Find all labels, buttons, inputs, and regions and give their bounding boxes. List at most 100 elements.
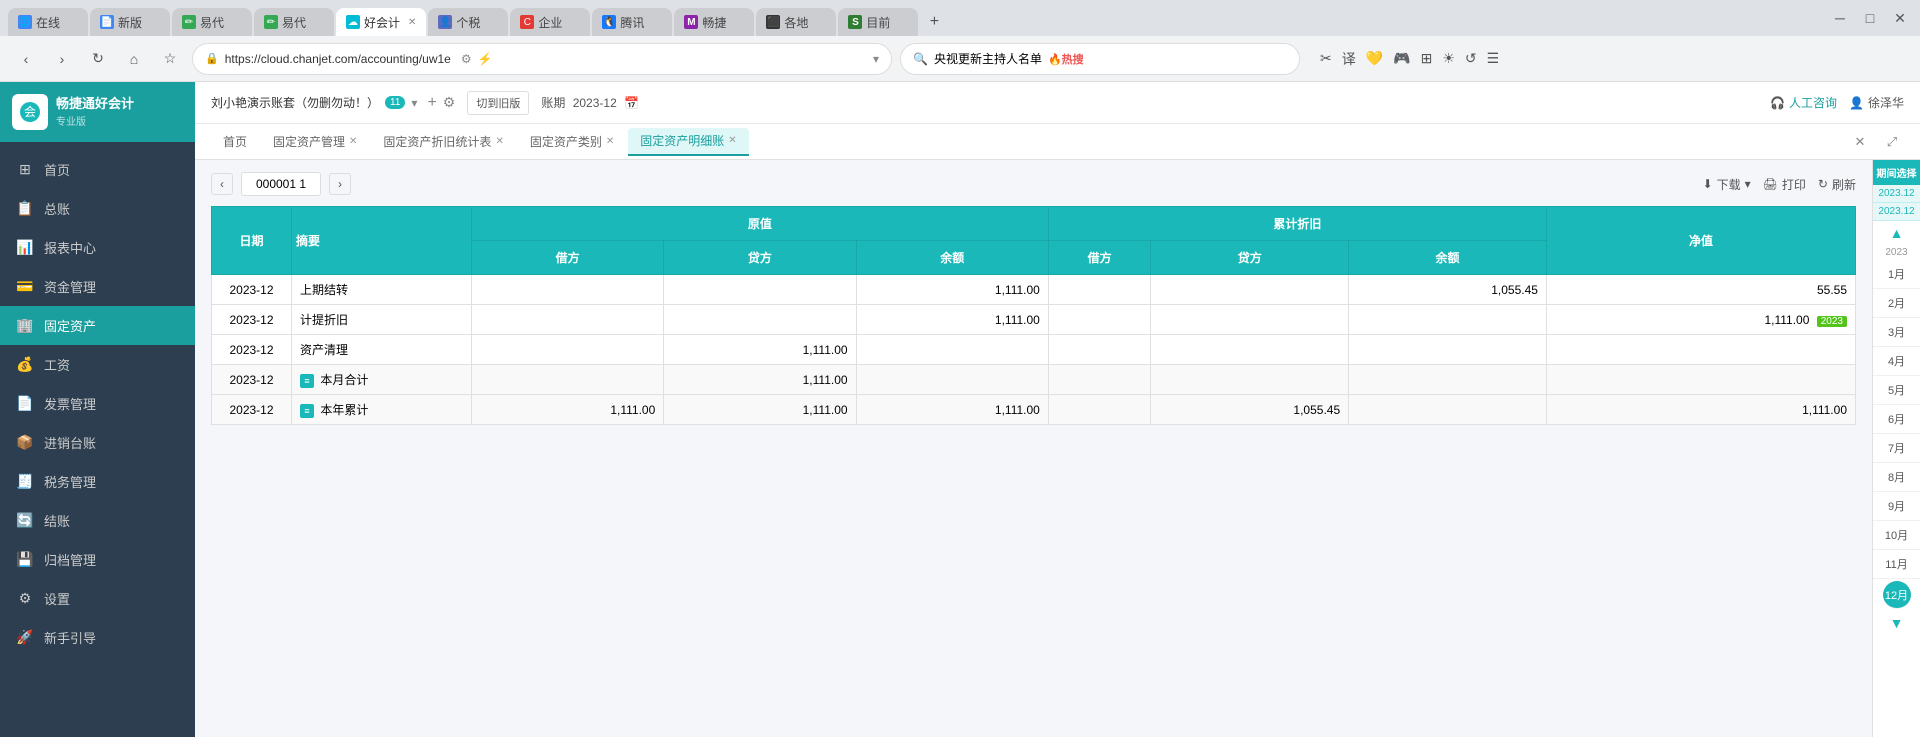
translate-icon[interactable]: 译 (1342, 49, 1356, 69)
sidebar-item-label: 报表中心 (44, 238, 96, 257)
tab-favicon: S (848, 15, 862, 29)
period-month-10[interactable]: 10月 (1873, 521, 1920, 550)
menu-icon[interactable]: ☰ (1487, 50, 1500, 67)
close-icon[interactable]: ✕ (495, 136, 503, 147)
sidebar-item-fixed-assets[interactable]: 🏢 固定资产 (0, 306, 195, 345)
sidebar-item-home[interactable]: ⊞ 首页 (0, 150, 195, 189)
cell-dep-debit (1048, 305, 1150, 335)
browser-tab-changjie[interactable]: M 畅捷 (674, 8, 754, 36)
back-button[interactable]: ‹ (12, 45, 40, 73)
wallet-icon[interactable]: 💛 (1366, 50, 1383, 67)
next-page-button[interactable]: › (329, 173, 351, 195)
tab-home[interactable]: 首页 (211, 128, 259, 156)
address-bar[interactable]: 🔒 https://cloud.chanjet.com/accounting/u… (192, 43, 892, 75)
sidebar-item-general-ledger[interactable]: 📋 总账 (0, 189, 195, 228)
switch-version-button[interactable]: 切到旧版 (467, 91, 529, 115)
browser-tab-gedi[interactable]: ⬛ 各地 (756, 8, 836, 36)
new-tab-button[interactable]: + (920, 8, 948, 36)
period-month-7[interactable]: 7月 (1873, 434, 1920, 463)
period-month-5[interactable]: 5月 (1873, 376, 1920, 405)
cell-orig-credit (664, 275, 856, 305)
close-icon[interactable]: ✕ (349, 136, 357, 147)
period-month-3[interactable]: 3月 (1873, 318, 1920, 347)
browser-tab-enterprise[interactable]: C 企业 (510, 8, 590, 36)
page-input[interactable]: 000001 1 (241, 172, 321, 196)
browser-tab-muqian[interactable]: S 目前 (838, 8, 918, 36)
cell-orig-credit: 1,111.00 (664, 335, 856, 365)
bookmark-button[interactable]: ☆ (156, 45, 184, 73)
settings-icon[interactable]: ⚙ (443, 94, 456, 111)
sidebar-item-closing[interactable]: 🔄 结账 (0, 501, 195, 540)
tab-label: 易代 (200, 14, 224, 31)
forward-button[interactable]: › (48, 45, 76, 73)
period-month-8[interactable]: 8月 (1873, 463, 1920, 492)
cell-orig-balance (856, 335, 1048, 365)
scissors-icon[interactable]: ✂ (1320, 50, 1332, 67)
help-button[interactable]: 🎧 人工咨询 (1770, 94, 1837, 111)
sidebar-item-invoice[interactable]: 📄 发票管理 (0, 384, 195, 423)
close-window-button[interactable]: ✕ (1888, 6, 1912, 30)
tab-favicon: ✏ (182, 15, 196, 29)
period-month-12[interactable]: 12月 (1883, 581, 1911, 609)
sidebar-item-guide[interactable]: 🚀 新手引导 (0, 618, 195, 657)
sidebar-item-inventory[interactable]: 📦 进销台账 (0, 423, 195, 462)
scroll-down-button[interactable]: ▼ (1873, 611, 1920, 635)
period-month-4[interactable]: 4月 (1873, 347, 1920, 376)
sidebar-item-fund[interactable]: 💳 资金管理 (0, 267, 195, 306)
browser-tab-online[interactable]: 🌐 在线 (8, 8, 88, 36)
minimize-button[interactable]: ─ (1828, 6, 1852, 30)
search-bar[interactable]: 🔍 央视更新主持人名单 🔥热搜 (900, 43, 1300, 75)
browser-tab-haokuaiji[interactable]: ☁ 好会计 ✕ (336, 8, 426, 36)
sidebar-item-tax[interactable]: 🧾 税务管理 (0, 462, 195, 501)
scroll-up-button[interactable]: ▲ (1873, 221, 1920, 245)
sidebar-item-archive[interactable]: 💾 归档管理 (0, 540, 195, 579)
period-month-6[interactable]: 6月 (1873, 405, 1920, 434)
download-button[interactable]: ⬇ 下载 ▾ (1703, 176, 1751, 193)
header-date: 日期 (212, 207, 292, 275)
tab-fa-category[interactable]: 固定资产类别 ✕ (518, 128, 626, 156)
tab-fa-detail[interactable]: 固定资产明细账 ✕ (628, 128, 748, 156)
browser-tab-yidai1[interactable]: ✏ 易代 (172, 8, 252, 36)
print-button[interactable]: 🖨 打印 (1763, 176, 1806, 193)
tab-label: 固定资产类别 (530, 133, 602, 150)
prev-page-button[interactable]: ‹ (211, 173, 233, 195)
calendar-icon[interactable]: 📅 (624, 96, 639, 110)
browser-tab-new[interactable]: 📄 新版 (90, 8, 170, 36)
cell-orig-credit: 1,111.00 (664, 365, 856, 395)
close-icon[interactable]: ✕ (408, 17, 416, 28)
lightning-icon: ⚡ (478, 52, 493, 66)
cell-dep-balance (1349, 365, 1547, 395)
sidebar-item-payroll[interactable]: 💰 工资 (0, 345, 195, 384)
period-month-11[interactable]: 11月 (1873, 550, 1920, 579)
cell-dep-balance: 1,055.45 (1349, 275, 1547, 305)
sidebar-item-reports[interactable]: 📊 报表中心 (0, 228, 195, 267)
history-icon[interactable]: ↺ (1465, 50, 1477, 67)
period-month-2[interactable]: 2月 (1873, 289, 1920, 318)
home-button[interactable]: ⌂ (120, 45, 148, 73)
cell-date: 2023-12 (212, 395, 292, 425)
add-icon[interactable]: + (427, 94, 436, 112)
restore-button[interactable]: □ (1858, 6, 1882, 30)
tab-fa-depreciation[interactable]: 固定资产折旧统计表 ✕ (371, 128, 515, 156)
sidebar-item-settings[interactable]: ⚙ 设置 (0, 579, 195, 618)
close-icon[interactable]: ✕ (728, 135, 736, 146)
period-month-1[interactable]: 1月 (1873, 260, 1920, 289)
reload-button[interactable]: ↻ (84, 45, 112, 73)
total-icon: ≡ (300, 374, 314, 388)
browser-tab-geshui[interactable]: 👤 个税 (428, 8, 508, 36)
grid-icon[interactable]: ⊞ (1421, 50, 1433, 67)
dropdown-icon[interactable]: ▾ (873, 52, 879, 66)
brightness-icon[interactable]: ☀ (1442, 50, 1455, 67)
period-month-9[interactable]: 9月 (1873, 492, 1920, 521)
browser-tab-tencent[interactable]: 🐧 腾讯 (592, 8, 672, 36)
gamepad-icon[interactable]: 🎮 (1393, 50, 1410, 67)
close-icon[interactable]: ✕ (606, 136, 614, 147)
tab-fa-mgmt[interactable]: 固定资产管理 ✕ (261, 128, 369, 156)
dropdown-icon[interactable]: ▾ (411, 96, 417, 110)
refresh-button[interactable]: ↻ 刷新 (1818, 176, 1856, 193)
browser-tab-yidai2[interactable]: ✏ 易代 (254, 8, 334, 36)
expand-button[interactable]: ⤢ (1880, 130, 1904, 154)
browser-tabs: 🌐 在线 📄 新版 ✏ 易代 ✏ 易代 ☁ 好会计 ✕ 👤 个税 C 企业 (8, 0, 948, 36)
close-all-tabs-button[interactable]: ✕ (1848, 130, 1872, 154)
cell-orig-credit (664, 305, 856, 335)
